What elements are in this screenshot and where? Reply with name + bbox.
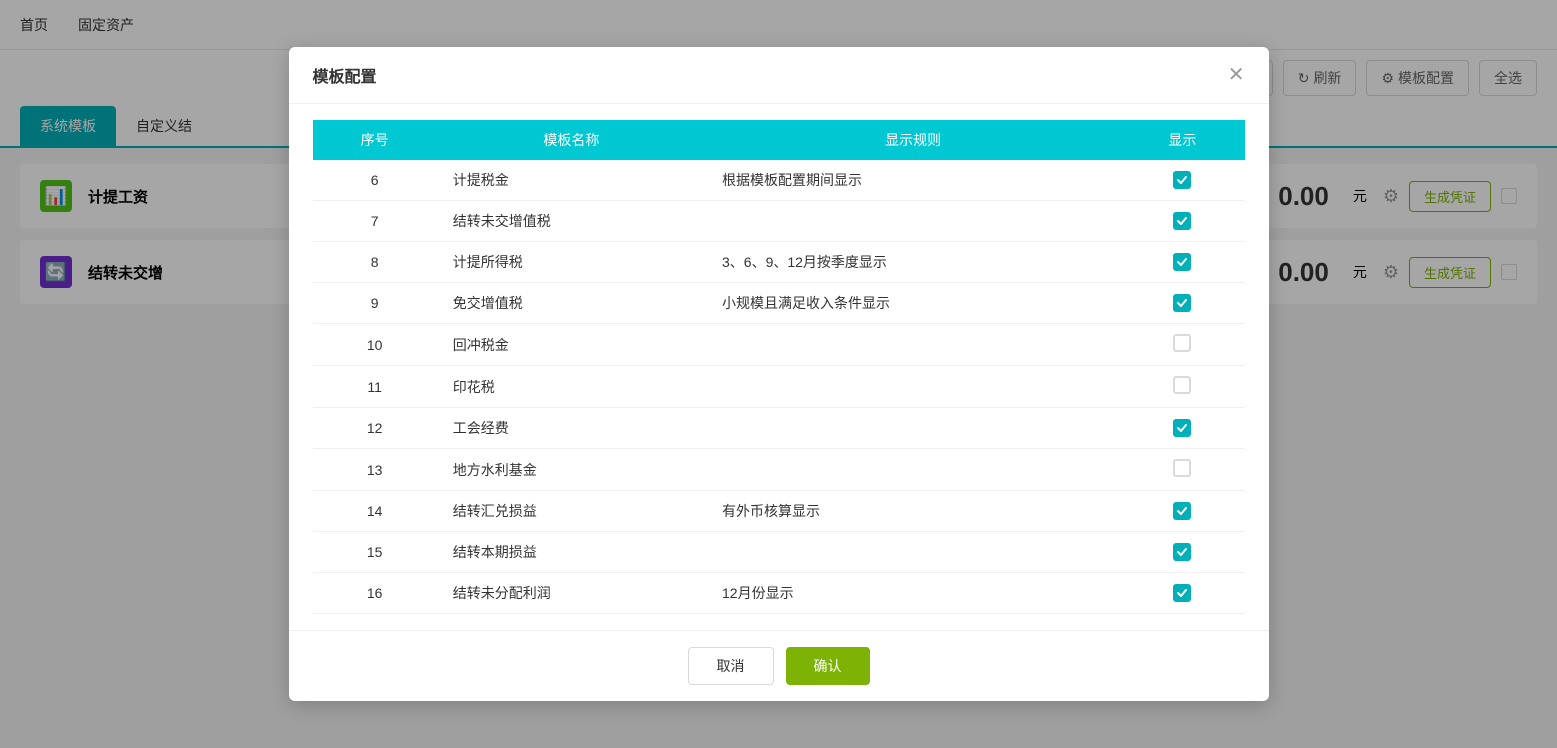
cell-seq-8: 14 [313, 491, 437, 532]
cell-name-5: 印花税 [437, 366, 706, 408]
cell-name-2: 计提所得税 [437, 242, 706, 283]
cell-rule-5 [706, 366, 1120, 408]
table-row: 7结转未交增值税 [313, 201, 1245, 242]
cell-check-10 [1120, 573, 1244, 614]
checkbox-7[interactable] [1173, 459, 1191, 477]
cell-seq-2: 8 [313, 242, 437, 283]
cell-check-4 [1120, 324, 1244, 366]
checkbox-8[interactable] [1173, 502, 1191, 520]
checkbox-3[interactable] [1173, 294, 1191, 312]
cell-seq-6: 12 [313, 408, 437, 449]
checkbox-4[interactable] [1173, 334, 1191, 352]
checkbox-2[interactable] [1173, 253, 1191, 271]
cell-rule-8: 有外币核算显示 [706, 491, 1120, 532]
cell-rule-1 [706, 201, 1120, 242]
cell-name-3: 免交增值税 [437, 283, 706, 324]
cell-name-1: 结转未交增值税 [437, 201, 706, 242]
col-header-display: 显示 [1120, 120, 1244, 160]
cell-check-9 [1120, 532, 1244, 573]
table-row: 13地方水利基金 [313, 449, 1245, 491]
cell-check-6 [1120, 408, 1244, 449]
cell-name-6: 工会经费 [437, 408, 706, 449]
table-row: 11印花税 [313, 366, 1245, 408]
cell-rule-0: 根据模板配置期间显示 [706, 160, 1120, 201]
table-row: 9免交增值税小规模且满足收入条件显示 [313, 283, 1245, 324]
cell-name-10: 结转未分配利润 [437, 573, 706, 614]
cell-seq-3: 9 [313, 283, 437, 324]
cell-seq-4: 10 [313, 324, 437, 366]
checkbox-9[interactable] [1173, 543, 1191, 561]
cell-rule-4 [706, 324, 1120, 366]
cell-name-0: 计提税金 [437, 160, 706, 201]
cell-rule-2: 3、6、9、12月按季度显示 [706, 242, 1120, 283]
table-row: 16结转未分配利润12月份显示 [313, 573, 1245, 614]
cell-seq-5: 11 [313, 366, 437, 408]
cell-seq-10: 16 [313, 573, 437, 614]
table-row: 6计提税金根据模板配置期间显示 [313, 160, 1245, 201]
cell-check-0 [1120, 160, 1244, 201]
modal-overlay: 模板配置 ✕ 序号 模板名称 显示规则 显示 6计提税金根据模板配置期间显示7结… [0, 0, 1557, 748]
cell-name-7: 地方水利基金 [437, 449, 706, 491]
cell-seq-0: 6 [313, 160, 437, 201]
col-header-name: 模板名称 [437, 120, 706, 160]
cell-seq-7: 13 [313, 449, 437, 491]
cell-rule-6 [706, 408, 1120, 449]
cell-rule-3: 小规模且满足收入条件显示 [706, 283, 1120, 324]
cell-name-8: 结转汇兑损益 [437, 491, 706, 532]
cell-rule-9 [706, 532, 1120, 573]
cell-check-3 [1120, 283, 1244, 324]
cell-name-9: 结转本期损益 [437, 532, 706, 573]
cell-check-7 [1120, 449, 1244, 491]
checkbox-10[interactable] [1173, 584, 1191, 602]
cell-rule-7 [706, 449, 1120, 491]
modal-body: 序号 模板名称 显示规则 显示 6计提税金根据模板配置期间显示7结转未交增值税8… [289, 104, 1269, 630]
col-header-seq: 序号 [313, 120, 437, 160]
modal-footer: 取消 确认 [289, 630, 1269, 701]
checkbox-1[interactable] [1173, 212, 1191, 230]
cell-name-4: 回冲税金 [437, 324, 706, 366]
cell-check-1 [1120, 201, 1244, 242]
table-header-row: 序号 模板名称 显示规则 显示 [313, 120, 1245, 160]
table-row: 12工会经费 [313, 408, 1245, 449]
modal-close-button[interactable]: ✕ [1228, 65, 1245, 85]
config-table: 序号 模板名称 显示规则 显示 6计提税金根据模板配置期间显示7结转未交增值税8… [313, 120, 1245, 614]
modal-title: 模板配置 [313, 63, 377, 87]
cell-rule-10: 12月份显示 [706, 573, 1120, 614]
modal-template-config: 模板配置 ✕ 序号 模板名称 显示规则 显示 6计提税金根据模板配置期间显示7结… [289, 47, 1269, 701]
cell-check-8 [1120, 491, 1244, 532]
checkbox-0[interactable] [1173, 171, 1191, 189]
table-row: 10回冲税金 [313, 324, 1245, 366]
checkbox-5[interactable] [1173, 376, 1191, 394]
table-row: 15结转本期损益 [313, 532, 1245, 573]
cell-seq-1: 7 [313, 201, 437, 242]
cell-check-5 [1120, 366, 1244, 408]
checkbox-6[interactable] [1173, 419, 1191, 437]
col-header-rule: 显示规则 [706, 120, 1120, 160]
cell-check-2 [1120, 242, 1244, 283]
confirm-button[interactable]: 确认 [786, 647, 870, 685]
cancel-button[interactable]: 取消 [688, 647, 774, 685]
modal-header: 模板配置 ✕ [289, 47, 1269, 104]
table-row: 14结转汇兑损益有外币核算显示 [313, 491, 1245, 532]
cell-seq-9: 15 [313, 532, 437, 573]
table-row: 8计提所得税3、6、9、12月按季度显示 [313, 242, 1245, 283]
